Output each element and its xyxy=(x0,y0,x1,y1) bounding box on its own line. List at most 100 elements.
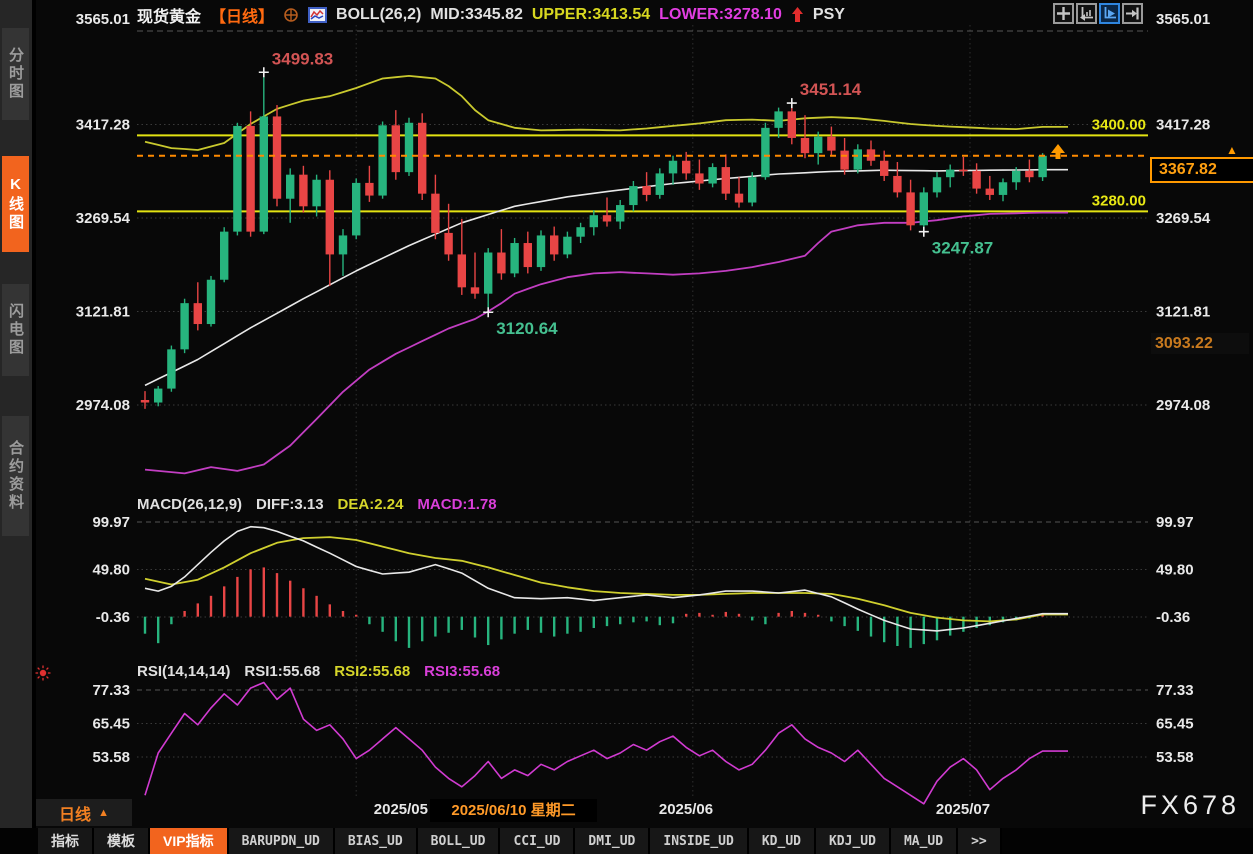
candle-body xyxy=(339,235,347,254)
candle-body xyxy=(220,232,228,280)
candle-body xyxy=(959,170,967,172)
tab-inside-ud[interactable]: INSIDE_UD xyxy=(650,828,748,854)
candle-body xyxy=(167,349,175,388)
candle-body xyxy=(299,175,307,207)
tab-dmi-ud[interactable]: DMI_UD xyxy=(575,828,650,854)
rsi-label: RSI(14,14,14) xyxy=(137,663,230,680)
candle-body xyxy=(854,149,862,169)
up-arrow-icon xyxy=(791,6,804,24)
candle-body xyxy=(814,137,822,153)
x-axis-label-may: 2025/05 xyxy=(352,801,428,818)
extreme-cross-marker xyxy=(787,98,797,108)
candle-body xyxy=(946,170,954,178)
macd-tick-label-left: -0.36 xyxy=(96,609,130,626)
candle-body xyxy=(484,253,492,294)
alert-dot-icon[interactable] xyxy=(34,664,52,687)
price-up-arrow-icon: ▲ xyxy=(1226,143,1238,157)
low-annotation: 3120.64 xyxy=(496,319,558,338)
axis-scale-left-icon[interactable] xyxy=(1076,3,1097,24)
sidebar-item-kline[interactable]: K线图 xyxy=(2,156,29,252)
mini-chart-icon xyxy=(308,7,327,23)
candle-body xyxy=(999,182,1007,195)
candle-body xyxy=(1012,171,1020,182)
tab-templates[interactable]: 模板 xyxy=(94,828,150,854)
candle-body xyxy=(194,303,202,324)
high-annotation: 3499.83 xyxy=(272,49,333,68)
period-tag: 【日线】 xyxy=(210,3,274,27)
watermark: FX678 xyxy=(1140,790,1240,821)
candle-body xyxy=(233,126,241,232)
candle-body xyxy=(893,176,901,192)
candle-body xyxy=(722,167,730,194)
tab-kdj-ud[interactable]: KDJ_UD xyxy=(816,828,891,854)
tab-vip-indicators[interactable]: VIP指标 xyxy=(150,828,229,854)
high-annotation: 3451.14 xyxy=(800,80,862,99)
candle-body xyxy=(695,173,703,183)
tab-kd-ud[interactable]: KD_UD xyxy=(749,828,816,854)
candle-body xyxy=(418,123,426,194)
tab-bias-ud[interactable]: BIAS_UD xyxy=(335,828,418,854)
tab-ma-ud[interactable]: MA_UD xyxy=(891,828,958,854)
rsi-tick-label-right: 65.45 xyxy=(1156,716,1194,733)
candle-body xyxy=(431,194,439,233)
candle-body xyxy=(708,167,716,183)
psy-label: PSY xyxy=(813,6,845,24)
candle-body xyxy=(642,186,650,195)
target-circle-icon[interactable] xyxy=(283,7,299,23)
move-icon[interactable] xyxy=(1053,3,1074,24)
candle-body xyxy=(458,254,466,287)
period-selector[interactable]: 日线 ▲ xyxy=(36,799,132,826)
pane-exit-icon[interactable] xyxy=(1122,3,1143,24)
candle-body xyxy=(154,389,162,403)
low-annotation: 3247.87 xyxy=(932,239,993,258)
macd-dea-line xyxy=(145,537,1068,621)
low-price-marker: 3093.22 xyxy=(1151,333,1249,354)
macd-tick-label-right: -0.36 xyxy=(1156,609,1190,626)
rsi-line xyxy=(145,683,1068,804)
candle-body xyxy=(682,161,690,174)
macd-dea-value: DEA:2.24 xyxy=(338,496,404,513)
y-tick-label-right: 3565.01 xyxy=(1156,11,1210,28)
crosshair-date-box: 2025/06/10 星期二 xyxy=(430,799,597,822)
macd-header: MACD(26,12,9) DIFF:3.13 DEA:2.24 MACD:1.… xyxy=(137,496,497,513)
y-tick-label-left: 2974.08 xyxy=(76,397,130,414)
macd-tick-label-left: 99.97 xyxy=(92,514,130,531)
header-toolbar xyxy=(1053,3,1143,24)
tab-barupdn-ud[interactable]: BARUPDN_UD xyxy=(229,828,335,854)
chart-header: 现货黄金 【日线】 BOLL(26,2) MID:3345.82 UPPER:3… xyxy=(137,3,845,27)
rsi3-value: RSI3:55.68 xyxy=(424,663,500,680)
boll-upper-line xyxy=(145,76,1068,150)
macd-tick-label-right: 49.80 xyxy=(1156,562,1194,579)
candle-body xyxy=(972,171,980,189)
candle-body xyxy=(933,177,941,192)
tab-boll-ud[interactable]: BOLL_UD xyxy=(418,828,501,854)
y-tick-label-left: 3269.54 xyxy=(76,210,131,227)
left-sidebar: 分时图 K线图 闪电图 合约资料 xyxy=(0,0,36,828)
sidebar-item-contract-info[interactable]: 合约资料 xyxy=(2,416,29,536)
y-tick-label-left: 3121.81 xyxy=(76,304,130,321)
y-tick-label-right: 3269.54 xyxy=(1156,210,1211,227)
sidebar-item-timeshare[interactable]: 分时图 xyxy=(2,28,29,120)
tab-indicators[interactable]: 指标 xyxy=(38,828,94,854)
trading-app: 3565.013565.013417.283417.283269.543269.… xyxy=(0,0,1253,854)
candle-body xyxy=(774,111,782,127)
rsi2-value: RSI2:55.68 xyxy=(334,663,410,680)
extreme-cross-marker xyxy=(259,67,269,77)
macd-diff-value: DIFF:3.13 xyxy=(256,496,324,513)
candle-body xyxy=(312,180,320,207)
candle-body xyxy=(1038,156,1046,177)
candle-body xyxy=(748,177,756,202)
tab-cci-ud[interactable]: CCI_UD xyxy=(500,828,575,854)
candle-body xyxy=(365,183,373,196)
candle-body xyxy=(840,151,848,170)
axis-scale-play-icon[interactable] xyxy=(1099,3,1120,24)
chart-canvas[interactable]: 3565.013565.013417.283417.283269.543269.… xyxy=(0,0,1253,854)
candle-body xyxy=(629,186,637,205)
rsi-header: RSI(14,14,14) RSI1:55.68 RSI2:55.68 RSI3… xyxy=(137,663,500,680)
period-selector-label: 日线 xyxy=(59,801,91,825)
rsi1-value: RSI1:55.68 xyxy=(244,663,320,680)
candle-body xyxy=(246,126,254,232)
boll-mid-value: MID:3345.82 xyxy=(430,6,523,24)
tab-more[interactable]: >> xyxy=(958,828,1002,854)
sidebar-item-flash[interactable]: 闪电图 xyxy=(2,284,29,376)
